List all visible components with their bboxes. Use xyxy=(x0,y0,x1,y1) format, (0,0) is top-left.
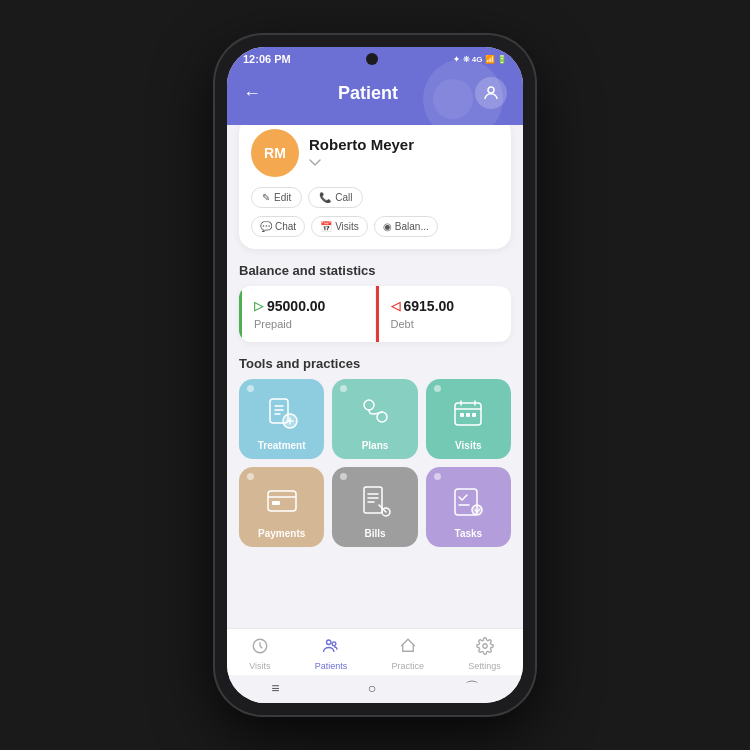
bills-label: Bills xyxy=(340,528,409,539)
nav-patients[interactable]: Patients xyxy=(315,637,348,671)
debt-label: Debt xyxy=(391,318,500,330)
bills-icon xyxy=(355,481,395,521)
nav-settings[interactable]: Settings xyxy=(468,637,501,671)
svg-point-17 xyxy=(332,642,336,646)
header: ← Patient xyxy=(227,69,523,125)
back-gesture-icon[interactable]: ⌒ xyxy=(465,679,479,697)
visits-label: Visits xyxy=(335,221,359,232)
tool-payments[interactable]: Payments xyxy=(239,467,324,547)
profile-icon-button[interactable] xyxy=(475,77,507,109)
svg-point-14 xyxy=(472,505,482,515)
svg-point-18 xyxy=(482,644,487,649)
visits-icon-area xyxy=(434,389,503,436)
svg-point-16 xyxy=(327,640,332,645)
visits-tab[interactable]: 📅 Visits xyxy=(311,216,368,237)
balance-tab-label: Balan... xyxy=(395,221,429,232)
edit-button[interactable]: ✎ Edit xyxy=(251,187,302,208)
svg-rect-6 xyxy=(460,413,464,417)
svg-rect-10 xyxy=(272,501,280,505)
svg-rect-11 xyxy=(364,487,382,513)
tool-bills[interactable]: Bills xyxy=(332,467,417,547)
tools-section-title: Tools and practices xyxy=(239,356,511,371)
debt-amount: ◁ 6915.00 xyxy=(391,298,500,314)
tool-treatment[interactable]: Treatment xyxy=(239,379,324,459)
home-bar: ≡ ○ ⌒ xyxy=(227,675,523,703)
content-area: RM Roberto Meyer ✎ Edit 📞 xyxy=(227,125,523,628)
payments-icon xyxy=(262,481,302,521)
nav-practice[interactable]: Practice xyxy=(392,637,425,671)
dot xyxy=(434,473,441,480)
expand-icon xyxy=(309,159,321,167)
nav-visits[interactable]: Visits xyxy=(249,637,270,671)
back-button[interactable]: ← xyxy=(243,83,261,104)
balance-tab[interactable]: ◉ Balan... xyxy=(374,216,438,237)
practice-nav-icon xyxy=(399,637,417,659)
prepaid-item: ▷ 95000.00 Prepaid xyxy=(239,286,376,342)
tools-grid: Treatment Plans xyxy=(239,379,511,547)
menu-icon: ≡ xyxy=(271,680,279,696)
tab-row: 💬 Chat 📅 Visits ◉ Balan... xyxy=(251,216,499,237)
prepaid-icon: ▷ xyxy=(254,299,263,313)
treatment-icon xyxy=(262,393,302,433)
patient-card: RM Roberto Meyer ✎ Edit 📞 xyxy=(239,125,511,249)
svg-rect-9 xyxy=(268,491,296,511)
camera-notch xyxy=(366,53,378,65)
balance-card: ▷ 95000.00 Prepaid ◁ 6915.00 Debt xyxy=(239,286,511,342)
visits-nav-icon xyxy=(251,637,269,659)
tasks-icon-area xyxy=(434,477,503,524)
nav-practice-label: Practice xyxy=(392,661,425,671)
svg-point-3 xyxy=(364,400,374,410)
nav-visits-label: Visits xyxy=(249,661,270,671)
payments-icon-area xyxy=(247,477,316,524)
dot xyxy=(247,385,254,392)
page-title: Patient xyxy=(338,83,398,104)
edit-label: Edit xyxy=(274,192,291,203)
patient-name: Roberto Meyer xyxy=(309,136,414,153)
settings-nav-icon xyxy=(476,637,494,659)
prepaid-label: Prepaid xyxy=(254,318,363,330)
treatment-label: Treatment xyxy=(247,440,316,451)
payments-label: Payments xyxy=(247,528,316,539)
bottom-nav: Visits Patients Practice xyxy=(227,628,523,675)
phone-screen: 12:06 PM ✦ ❊ 4G 📶 🔋 ← Patient RM xyxy=(227,47,523,703)
tool-visits[interactable]: Visits xyxy=(426,379,511,459)
svg-rect-7 xyxy=(466,413,470,417)
dot xyxy=(434,385,441,392)
status-time: 12:06 PM xyxy=(243,53,291,65)
treatment-icon-area xyxy=(247,389,316,436)
debt-item: ◁ 6915.00 Debt xyxy=(376,286,512,342)
visits-label: Visits xyxy=(434,440,503,451)
nav-patients-label: Patients xyxy=(315,661,348,671)
tool-tasks[interactable]: Tasks xyxy=(426,467,511,547)
plans-icon-area xyxy=(340,389,409,436)
tasks-label: Tasks xyxy=(434,528,503,539)
debt-icon: ◁ xyxy=(391,299,400,313)
dot xyxy=(247,473,254,480)
tool-plans[interactable]: Plans xyxy=(332,379,417,459)
chat-label: Chat xyxy=(275,221,296,232)
tasks-icon xyxy=(448,481,488,521)
home-icon[interactable]: ○ xyxy=(368,680,376,696)
nav-settings-label: Settings xyxy=(468,661,501,671)
bills-icon-area xyxy=(340,477,409,524)
plans-label: Plans xyxy=(340,440,409,451)
visits-icon xyxy=(448,393,488,433)
svg-rect-8 xyxy=(472,413,476,417)
call-label: Call xyxy=(335,192,352,203)
action-row: ✎ Edit 📞 Call xyxy=(251,187,499,208)
phone-shell: 12:06 PM ✦ ❊ 4G 📶 🔋 ← Patient RM xyxy=(215,35,535,715)
plans-icon xyxy=(355,393,395,433)
call-button[interactable]: 📞 Call xyxy=(308,187,363,208)
svg-point-0 xyxy=(488,87,494,93)
balance-section-title: Balance and statistics xyxy=(239,263,511,278)
prepaid-amount: ▷ 95000.00 xyxy=(254,298,363,314)
chat-tab[interactable]: 💬 Chat xyxy=(251,216,305,237)
patients-nav-icon xyxy=(322,637,340,659)
avatar: RM xyxy=(251,129,299,177)
